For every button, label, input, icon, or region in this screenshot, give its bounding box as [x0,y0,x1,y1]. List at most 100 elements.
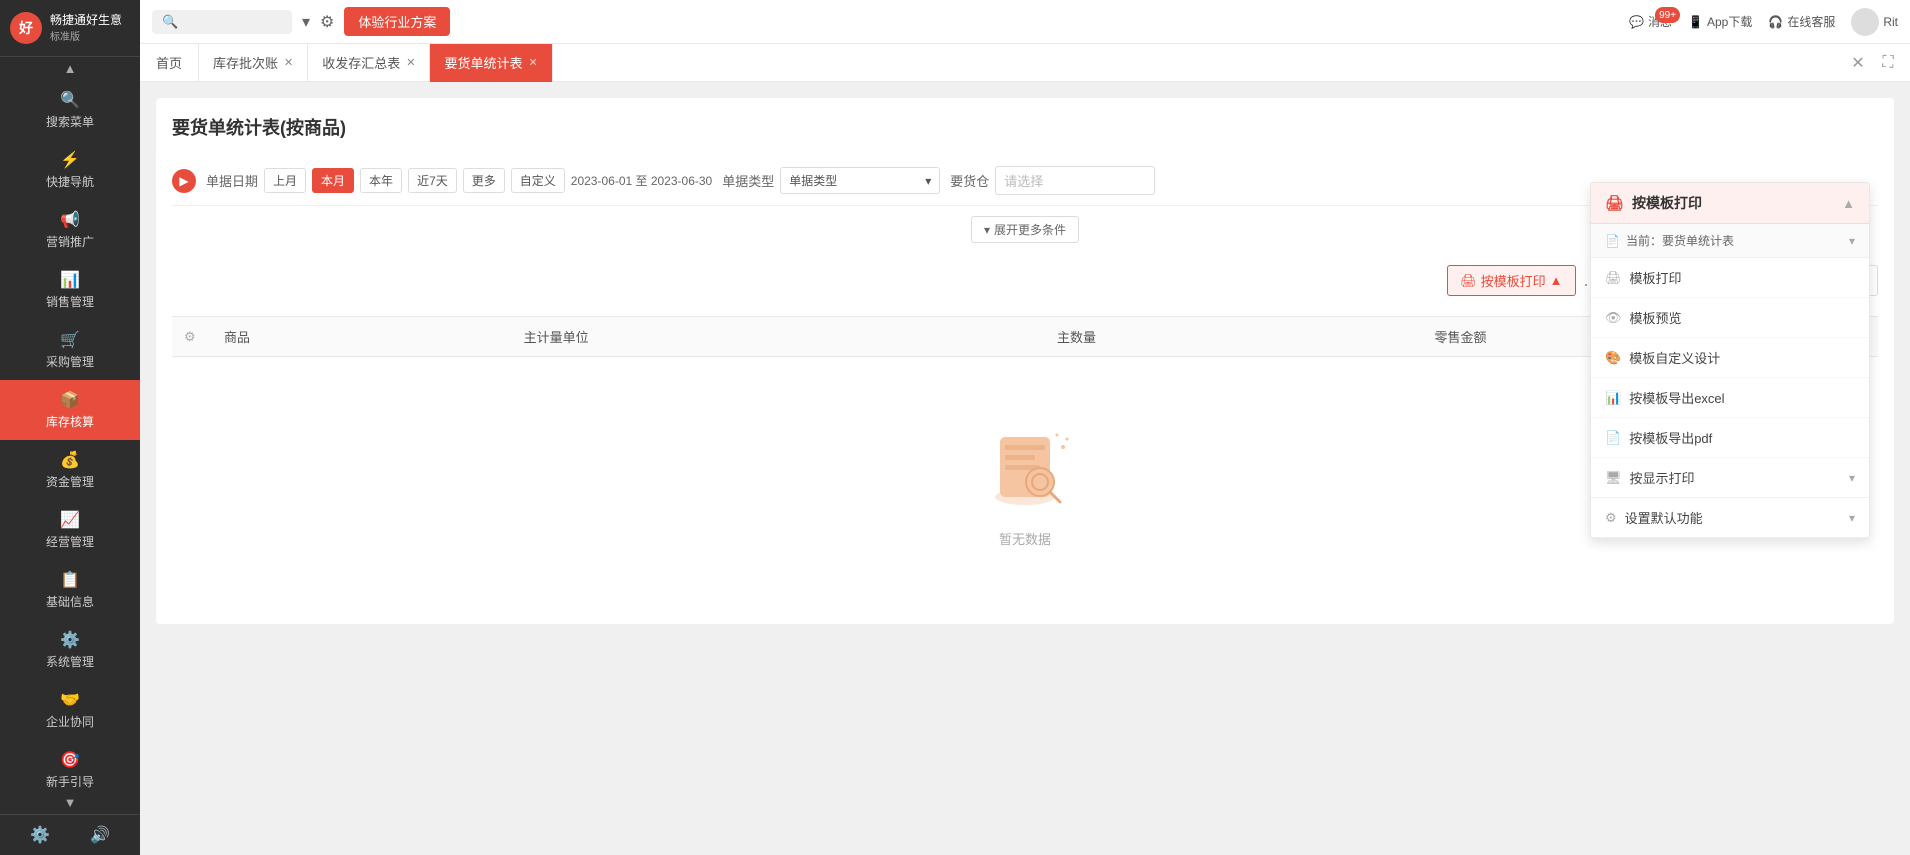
table-col-settings-icon[interactable]: ⚙ [184,329,196,344]
sales-icon: 📊 [60,270,80,290]
sidebar-item-inventory[interactable]: 📦 库存核算 [0,380,140,440]
topbar-search-icon: 🔍 [162,14,178,30]
sidebar-item-marketing[interactable]: 📢 营销推广 [0,200,140,260]
date-btn-custom[interactable]: 自定义 [511,168,565,193]
dropdown-title: 按模板打印 [1632,193,1702,213]
filter-expand-btn[interactable]: ▶ [172,169,196,193]
col-header-unit: 主计量单位 [512,317,1045,357]
sidebar-item-label: 采购管理 [46,353,94,370]
basic-icon: 📋 [60,570,80,590]
sidebar-item-operation[interactable]: 📈 经营管理 [0,500,140,560]
dropdown-item-template-print[interactable]: 🖨 模板打印 [1591,258,1869,298]
sidebar-item-label: 资金管理 [46,473,94,490]
sidebar-item-label: 营销推广 [46,233,94,250]
topbar-settings-icon[interactable]: ⚙ [320,12,334,32]
sidebar-item-cooperation[interactable]: 🤝 企业协同 [0,680,140,740]
dropdown-item-template-preview[interactable]: 👁 模板预览 [1591,298,1869,338]
sidebar-item-sales[interactable]: 📊 销售管理 [0,260,140,320]
tab-collection-summary[interactable]: 收发存汇总表 ✕ [308,44,430,82]
message-badge: 99+ [1655,7,1680,23]
tabs-right-controls: ✕ ⛶ [1846,51,1910,75]
template-pdf-label: 按模板导出pdf [1629,428,1712,447]
tabs-bar: 首页 库存批次账 ✕ 收发存汇总表 ✕ 要货单统计表 ✕ ✕ ⛶ [140,44,1910,82]
user-name: Rit [1883,15,1898,29]
tab-order-stats-close[interactable]: ✕ [529,56,538,69]
sidebar-item-purchase[interactable]: 🛒 采购管理 [0,320,140,380]
empty-text: 暂无数据 [999,529,1051,548]
dropdown-close-btn[interactable]: ▲ [1842,196,1855,211]
tab-batch-account-close[interactable]: ✕ [284,56,293,69]
online-service-btn[interactable]: 🎧 在线客服 [1768,13,1835,30]
message-btn[interactable]: 💬 消息 99+ [1629,13,1672,30]
type-filter-group: 单据类型 单据类型 ▾ [722,167,940,194]
sidebar-item-system[interactable]: ⚙️ 系统管理 [0,620,140,680]
message-icon: 💬 [1629,15,1644,29]
sidebar-item-label: 系统管理 [46,653,94,670]
tab-order-stats[interactable]: 要货单统计表 ✕ [430,44,552,82]
expand-more-btn[interactable]: ▾ 展开更多条件 [971,216,1079,243]
empty-icon [975,417,1075,517]
date-btn-this-month[interactable]: 本月 [312,168,354,193]
topbar-dropdown-icon[interactable]: ▾ [302,12,310,32]
topbar-right: 💬 消息 99+ 📱 App下载 🎧 在线客服 Rit [1629,8,1898,36]
tab-close-current-btn[interactable]: ✕ [1846,51,1870,75]
search-icon: 🔍 [60,90,80,110]
type-filter-select[interactable]: 单据类型 ▾ [780,167,940,194]
app-download-btn[interactable]: 📱 App下载 [1688,13,1752,30]
main-area: 🔍 ▾ ⚙ 体验行业方案 💬 消息 99+ 📱 App下载 🎧 在线客服 Rit [140,0,1910,855]
topbar-search-input[interactable] [184,15,274,29]
topbar-search-box[interactable]: 🔍 [152,10,292,34]
dropdown-section-default-func[interactable]: ⚙ 设置默认功能 ▾ [1591,498,1869,538]
date-filter-group: 单据日期 上月 本月 本年 近7天 更多 自定义 2023-06-01 至 20… [206,168,712,193]
dropdown-item-template-custom[interactable]: 🎨 模板自定义设计 [1591,338,1869,378]
purchase-icon: 🛒 [60,330,80,350]
cargo-filter-input[interactable]: 请选择 [995,166,1155,195]
date-btn-last-month[interactable]: 上月 [264,168,306,193]
display-print-chevron: ▾ [1849,471,1855,485]
user-avatar[interactable]: Rit [1851,8,1898,36]
tab-maximize-btn[interactable]: ⛶ [1876,51,1900,75]
sidebar-item-quick-nav[interactable]: ⚡ 快捷导航 [0,140,140,200]
default-func-chevron: ▾ [1849,511,1855,525]
template-excel-label: 按模板导出excel [1629,388,1724,407]
tab-collection-summary-close[interactable]: ✕ [406,56,415,69]
cargo-filter-group: 要货仓 请选择 [950,166,1155,195]
col-header-product: 商品 [212,317,512,357]
sidebar-item-basic[interactable]: 📋 基础信息 [0,560,140,620]
date-btn-this-year[interactable]: 本年 [360,168,402,193]
printer-icon: 🖨 [1460,273,1477,289]
sidebar-item-label: 库存核算 [46,413,94,430]
dropdown-item-template-excel[interactable]: 📊 按模板导出excel [1591,378,1869,418]
sidebar-item-guide[interactable]: 🎯 新手引导 [0,740,140,791]
marketing-icon: 📢 [60,210,80,230]
template-preview-icon: 👁 [1605,310,1622,326]
template-print-btn[interactable]: 🖨 按模板打印 ▲ [1447,265,1575,296]
display-print-label: 按显示打印 [1630,468,1695,487]
sidebar-item-finance[interactable]: 💰 资金管理 [0,440,140,500]
scroll-down-btn[interactable]: ▼ [0,791,140,814]
template-custom-icon: 🎨 [1605,350,1621,366]
scroll-up-btn[interactable]: ▲ [0,57,140,80]
type-select-arrow: ▾ [925,174,931,188]
system-icon: ⚙️ [60,630,80,650]
dropdown-item-template-pdf[interactable]: 📄 按模板导出pdf [1591,418,1869,458]
sidebar: 好 畅捷通好生意 标准版 ▲ 🔍 搜索菜单 ⚡ 快捷导航 📢 营销推广 📊 销售… [0,0,140,855]
tab-home[interactable]: 首页 [140,44,199,82]
sidebar-item-label: 快捷导航 [46,173,94,190]
date-btn-more[interactable]: 更多 [463,168,505,193]
sidebar-nav: 🔍 搜索菜单 ⚡ 快捷导航 📢 营销推广 📊 销售管理 🛒 采购管理 📦 库存核… [0,80,140,791]
tab-order-stats-label: 要货单统计表 [444,53,522,72]
date-btn-7days[interactable]: 近7天 [408,168,457,193]
sidebar-bottom: ⚙️ 🔊 [0,814,140,855]
col-header-qty: 主数量 [1045,317,1423,357]
template-excel-icon: 📊 [1605,390,1621,406]
settings-bottom-icon[interactable]: ⚙️ [30,825,50,845]
tab-batch-account[interactable]: 库存批次账 ✕ [199,44,308,82]
dropdown-section-display-print[interactable]: 🖥 按显示打印 ▾ [1591,458,1869,498]
sidebar-item-search[interactable]: 🔍 搜索菜单 [0,80,140,140]
app-download-label: App下载 [1707,13,1752,30]
sound-icon[interactable]: 🔊 [90,825,110,845]
trial-btn[interactable]: 体验行业方案 [344,7,450,36]
logo-icon: 好 [10,12,42,44]
current-label-text: 当前：要货单统计表 [1626,232,1734,249]
